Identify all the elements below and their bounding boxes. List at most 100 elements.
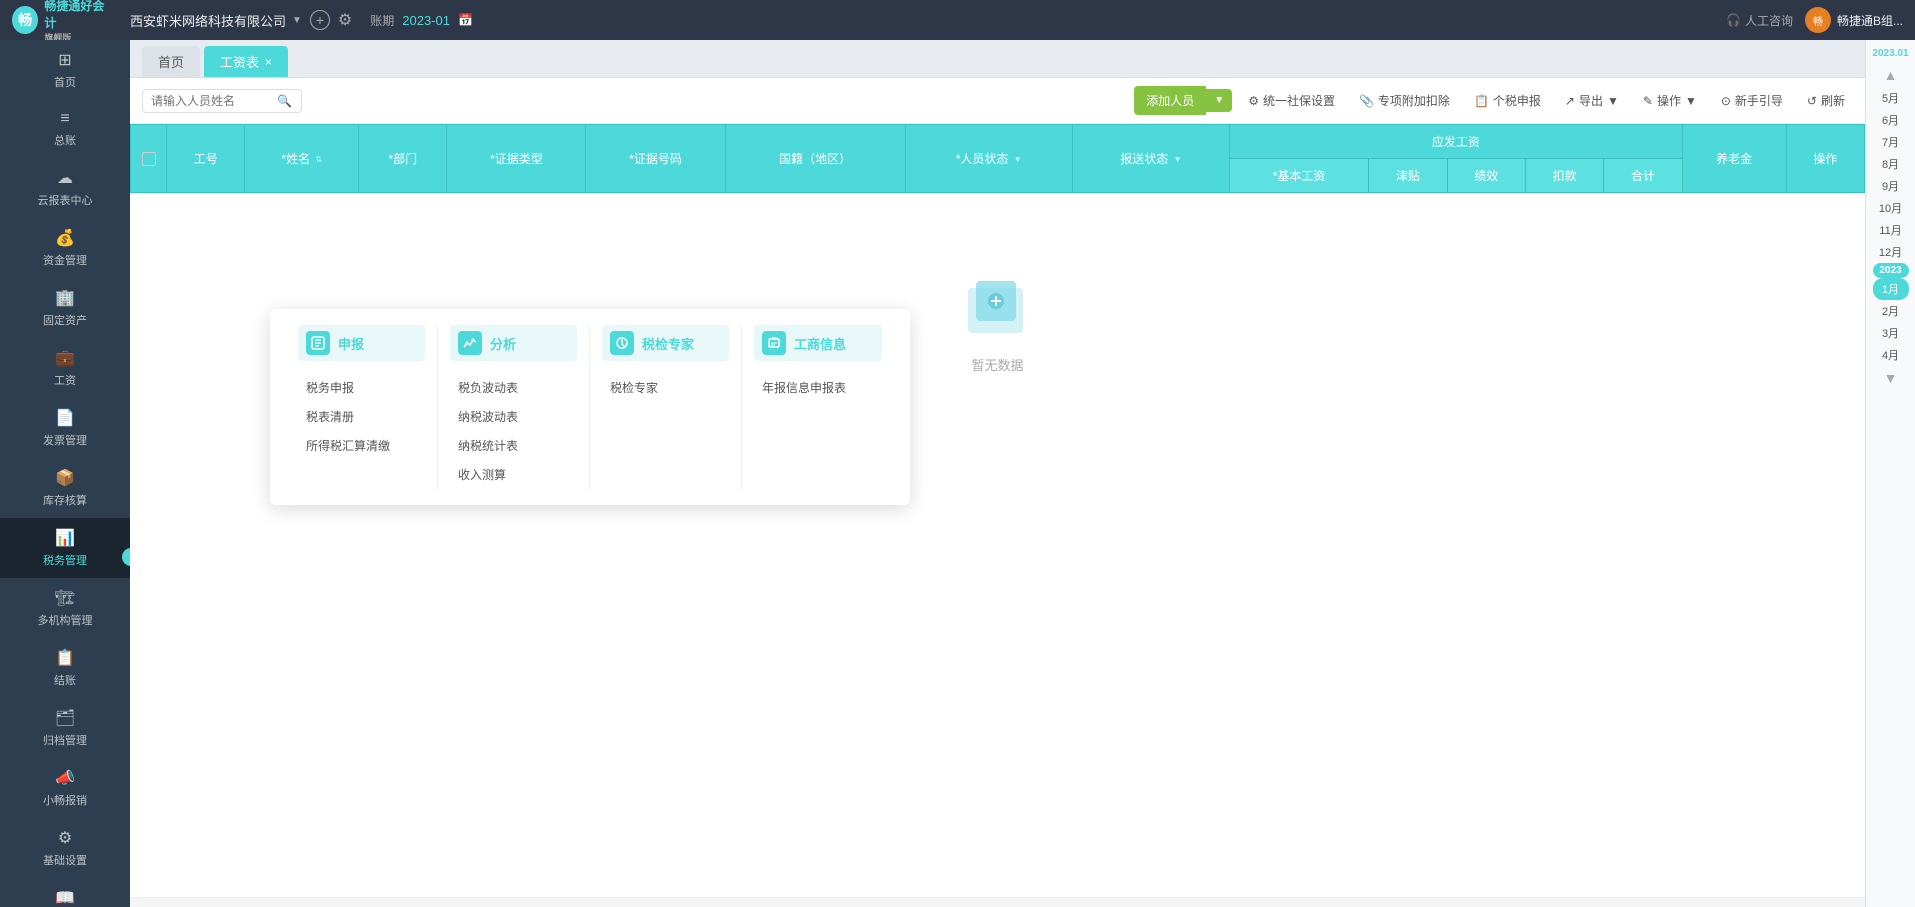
sidebar-item-cloud-report[interactable]: ☁ 云报表中心 [0, 158, 130, 218]
logo-icon: 畅 [12, 6, 38, 34]
menu-item-tax-table[interactable]: 税表清册 [298, 402, 425, 431]
service-icon: 🎧 [1726, 13, 1741, 27]
sidebar-item-payroll[interactable]: 💼 工资 [0, 338, 130, 398]
sidebar-item-invoice[interactable]: 📄 发票管理 [0, 398, 130, 458]
guide-toolbar-icon: ⊙ [1721, 94, 1731, 108]
personal-tax-button[interactable]: 📋 个税申报 [1466, 88, 1549, 113]
sidebar-item-settings[interactable]: ⚙ 基础设置 [0, 818, 130, 878]
col-dept: *部门 [359, 125, 447, 193]
tax-expert-title: 税检专家 [642, 334, 694, 353]
tab-payroll[interactable]: 工资表 × [204, 46, 288, 77]
analysis-icon [458, 331, 482, 355]
horizontal-scrollbar[interactable] [130, 897, 1865, 907]
sidebar-label-archive: 归档管理 [43, 732, 87, 748]
sidebar-item-guide[interactable]: 📖 新手引导 [0, 878, 130, 907]
col-employee-id: 工号 [167, 125, 245, 193]
settings-nav-icon: ⚙ [58, 828, 72, 848]
special-deduction-icon: 📎 [1359, 94, 1374, 108]
timeline-month-4[interactable]: 4月 [1873, 344, 1909, 366]
timeline-down-button[interactable]: ▼ [1880, 366, 1902, 390]
user-area[interactable]: 畅 畅捷通B组... [1805, 7, 1903, 33]
tab-close-icon[interactable]: × [265, 55, 272, 69]
timeline-up-button[interactable]: ▲ [1880, 63, 1902, 87]
sidebar: ⊞ 首页 ≡ 总账 ☁ 云报表中心 💰 资金管理 🏢 固定资产 💼 工资 📄 发… [0, 40, 130, 907]
fund-icon: 💰 [55, 228, 75, 248]
col-operations: 操作 [1786, 125, 1865, 193]
refresh-label: 刷新 [1821, 92, 1845, 109]
logo-text: 畅捷通好会计 旗舰版 [44, 0, 112, 44]
special-deduction-label: 专项附加扣除 [1378, 92, 1450, 109]
timeline-month-2[interactable]: 2月 [1873, 300, 1909, 322]
special-deduction-button[interactable]: 📎 专项附加扣除 [1351, 88, 1458, 113]
menu-item-tax-payment-fluctuation[interactable]: 纳税波动表 [450, 402, 577, 431]
menu-section-business-header: 工商信息 [754, 325, 882, 361]
menu-item-income-estimate[interactable]: 收入测算 [450, 460, 577, 489]
tab-payroll-label: 工资表 [220, 52, 259, 71]
period-value: 2023-01 [402, 13, 450, 28]
top-bar: 畅 畅捷通好会计 旗舰版 西安虾米网络科技有限公司 ▼ + ⚙ 账期 2023-… [0, 0, 1915, 40]
timeline-month-5[interactable]: 5月 [1873, 87, 1909, 109]
add-company-button[interactable]: + [310, 10, 330, 30]
guide-button[interactable]: ⊙ 新手引导 [1713, 88, 1791, 113]
main-layout: ⊞ 首页 ≡ 总账 ☁ 云报表中心 💰 资金管理 🏢 固定资产 💼 工资 📄 发… [0, 40, 1915, 907]
search-icon: 🔍 [277, 94, 292, 108]
menu-item-expert[interactable]: 税检专家 [602, 373, 729, 402]
service-button[interactable]: 🎧 人工咨询 [1726, 12, 1793, 29]
sidebar-label-settings: 基础设置 [43, 852, 87, 868]
menu-item-annual-report[interactable]: 年报信息申报表 [754, 373, 882, 402]
user-name: 畅捷通B组... [1837, 12, 1903, 29]
timeline-month-11[interactable]: 11月 [1873, 219, 1909, 241]
search-input[interactable] [151, 94, 271, 108]
sidebar-item-assets[interactable]: 🏢 固定资产 [0, 278, 130, 338]
sidebar-item-close-books[interactable]: 📋 结账 [0, 638, 130, 698]
sidebar-item-archive[interactable]: 🗂 归档管理 [0, 698, 130, 758]
add-person-button[interactable]: 添加人员 [1134, 86, 1206, 115]
add-person-dropdown-button[interactable]: ▼ [1206, 89, 1232, 112]
menu-item-income-tax[interactable]: 所得税汇算清缴 [298, 431, 425, 460]
sidebar-item-expense[interactable]: 📣 小畅报销 [0, 758, 130, 818]
toolbar: 🔍 添加人员 ▼ ⚙ 统一社保设置 📎 专项附加扣除 📋 个税申报 ↗ 导出 [130, 78, 1865, 124]
sidebar-item-ledger[interactable]: ≡ 总账 [0, 100, 130, 158]
col-id-num: *证据号码 [586, 125, 725, 193]
expense-icon: 📣 [55, 768, 75, 788]
operations-label: 操作 [1657, 92, 1681, 109]
operations-button[interactable]: ✎ 操作 ▼ [1635, 88, 1705, 113]
company-name: 西安虾米网络科技有限公司 [130, 11, 286, 30]
sidebar-item-home[interactable]: ⊞ 首页 [0, 40, 130, 100]
tax-menu-dropdown: 申报 税务申报 税表清册 所得税汇算清缴 分析 税负波动表 纳税波动表 [270, 309, 910, 505]
settings-icon[interactable]: ⚙ [338, 10, 352, 30]
tab-home[interactable]: 首页 [142, 46, 200, 77]
timeline-month-7[interactable]: 7月 [1873, 131, 1909, 153]
sidebar-item-inventory[interactable]: 📦 库存核算 [0, 458, 130, 518]
timeline-month-12[interactable]: 12月 [1873, 241, 1909, 263]
search-box[interactable]: 🔍 [142, 89, 302, 113]
social-insurance-button[interactable]: ⚙ 统一社保设置 [1240, 88, 1343, 113]
refresh-button[interactable]: ↺ 刷新 [1799, 88, 1853, 113]
empty-message: 暂无数据 [971, 355, 1023, 374]
timeline-month-3[interactable]: 3月 [1873, 322, 1909, 344]
tab-bar: 首页 工资表 × [130, 40, 1865, 78]
export-label: 导出 [1579, 92, 1603, 109]
timeline-month-1[interactable]: 1月 [1873, 278, 1909, 300]
cloud-icon: ☁ [57, 168, 73, 188]
collapse-button[interactable]: ‹ [122, 548, 130, 566]
company-dropdown-icon: ▼ [292, 15, 302, 26]
menu-section-business-info: 工商信息 年报信息申报表 [742, 325, 894, 489]
declaration-icon [306, 331, 330, 355]
export-button[interactable]: ↗ 导出 ▼ [1557, 88, 1627, 113]
sidebar-item-multi-org[interactable]: 🏗 多机构管理 [0, 578, 130, 638]
col-pension: 养老金 [1682, 125, 1786, 193]
calendar-icon[interactable]: 📅 [458, 13, 473, 27]
timeline-month-8[interactable]: 8月 [1873, 153, 1909, 175]
menu-item-tax-declaration[interactable]: 税务申报 [298, 373, 425, 402]
company-selector[interactable]: 西安虾米网络科技有限公司 ▼ [130, 11, 302, 30]
sidebar-item-tax[interactable]: 📊 税务管理 ‹ [0, 518, 130, 578]
menu-item-tax-stats[interactable]: 纳税统计表 [450, 431, 577, 460]
timeline-month-6[interactable]: 6月 [1873, 109, 1909, 131]
timeline-month-9[interactable]: 9月 [1873, 175, 1909, 197]
timeline-month-10[interactable]: 10月 [1873, 197, 1909, 219]
sidebar-item-fund[interactable]: 💰 资金管理 [0, 218, 130, 278]
select-all-checkbox[interactable] [142, 152, 156, 166]
menu-item-tax-fluctuation[interactable]: 税负波动表 [450, 373, 577, 402]
business-info-title: 工商信息 [794, 334, 846, 353]
